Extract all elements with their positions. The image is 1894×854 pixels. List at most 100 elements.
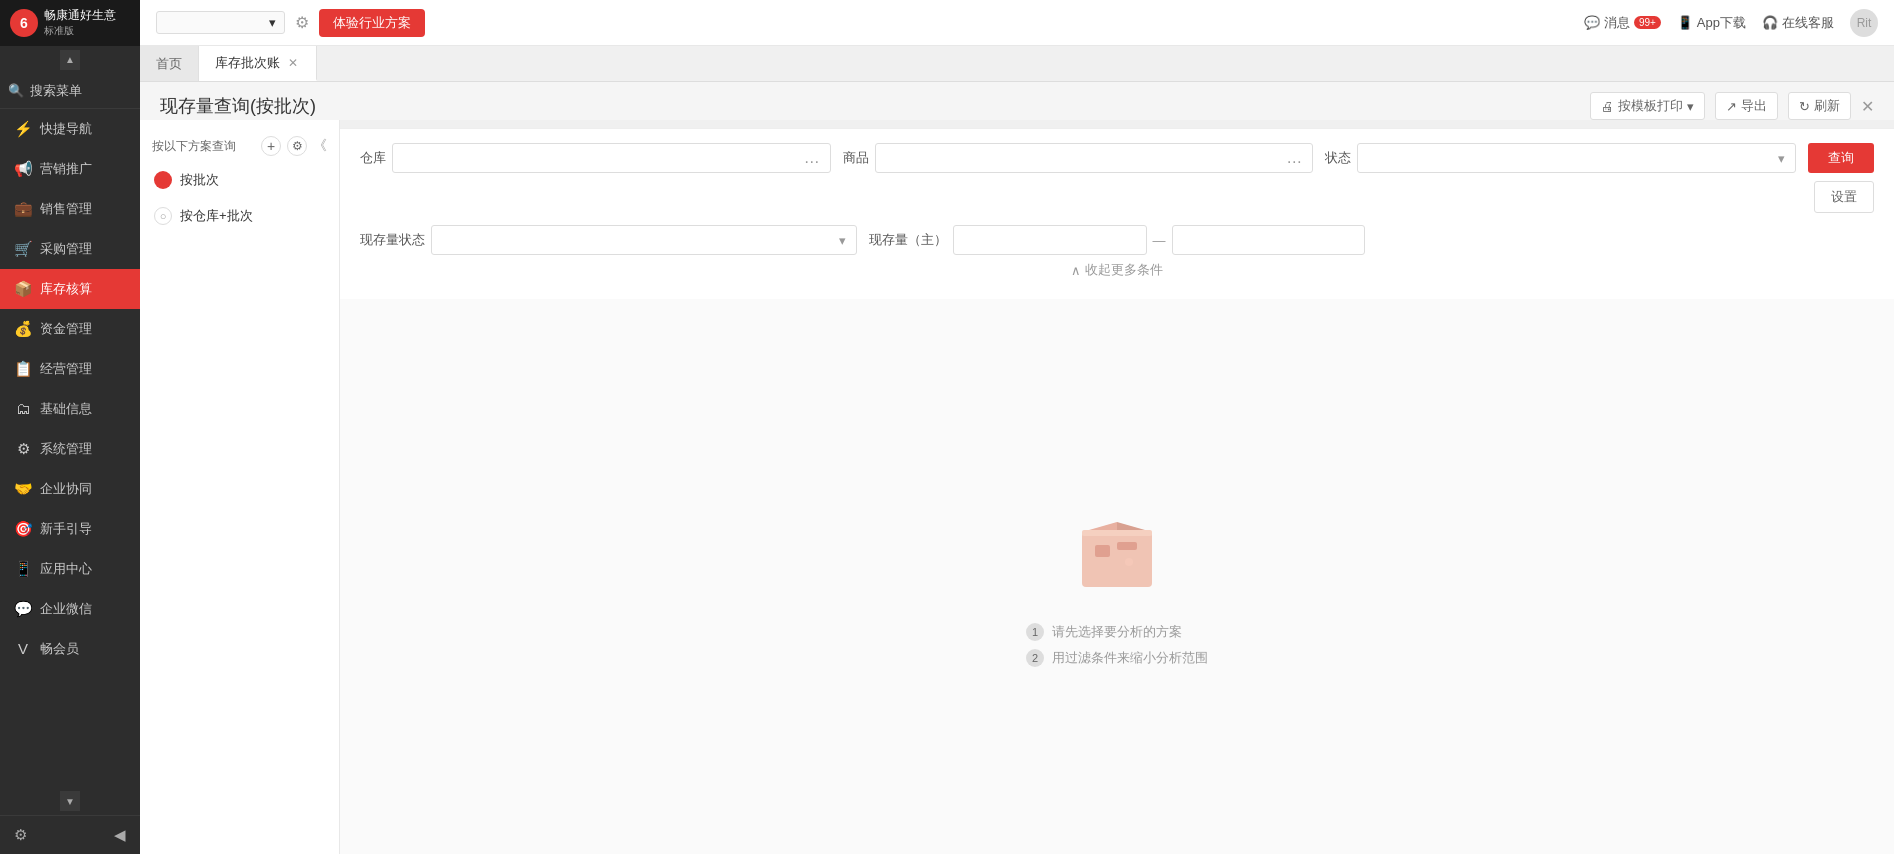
tip-number-2: 2 xyxy=(1026,649,1044,667)
quick-nav-icon: ⚡ xyxy=(14,120,32,138)
scheme-item-by-batch[interactable]: ⊙ 按批次 xyxy=(140,162,339,198)
inventory-qty-field: 现存量（主） — xyxy=(869,225,1366,255)
product-dots[interactable]: … xyxy=(1286,149,1302,167)
inventory-qty-dash: — xyxy=(1153,233,1166,248)
scheme-header-title: 按以下方案查询 xyxy=(152,138,236,155)
topbar-right: 💬 消息 99+ 📱 App下载 🎧 在线客服 Rit xyxy=(1584,9,1878,37)
svg-rect-0 xyxy=(1082,532,1152,587)
user-avatar-button[interactable]: Rit xyxy=(1850,9,1878,37)
inventory-qty-label: 现存量（主） xyxy=(869,231,947,249)
export-icon: ↗ xyxy=(1726,99,1737,114)
svg-point-4 xyxy=(1125,558,1133,566)
product-input[interactable]: … xyxy=(875,143,1314,173)
page-title: 现存量查询(按批次) xyxy=(160,94,316,118)
sidebar-item-enterprise[interactable]: 🤝 企业协同 xyxy=(0,469,140,509)
scheme-collapse-button[interactable]: 《 xyxy=(313,137,327,155)
sidebar-item-marketing[interactable]: 📢 营销推广 xyxy=(0,149,140,189)
online-service-button[interactable]: 🎧 在线客服 xyxy=(1762,14,1834,32)
scheme-add-button[interactable]: + xyxy=(261,136,281,156)
sidebar-nav: ⚡ 快捷导航 📢 营销推广 💼 销售管理 🛒 采购管理 📦 库存核算 💰 xyxy=(0,109,140,787)
inventory-status-label: 现存量状态 xyxy=(360,231,425,249)
industry-solution-button[interactable]: 体验行业方案 xyxy=(319,9,425,37)
sidebar-scroll-up[interactable]: ▲ xyxy=(0,46,140,74)
scheme-active-icon: ⊙ xyxy=(154,171,172,189)
empty-tip-1: 1 请先选择要分析的方案 xyxy=(1026,623,1208,641)
sidebar-item-label: 营销推广 xyxy=(40,160,92,178)
enterprise-icon: 🤝 xyxy=(14,480,32,498)
sidebar-item-vip[interactable]: V 畅会员 xyxy=(0,629,140,669)
topbar-gear-icon[interactable]: ⚙ xyxy=(295,13,309,32)
export-button[interactable]: ↗ 导出 xyxy=(1715,92,1778,120)
warehouse-dots[interactable]: … xyxy=(804,149,820,167)
sidebar-item-label: 资金管理 xyxy=(40,320,92,338)
tip-text-2: 用过滤条件来缩小分析范围 xyxy=(1052,649,1208,667)
sidebar-item-quick-nav[interactable]: ⚡ 快捷导航 xyxy=(0,109,140,149)
settings-icon[interactable]: ⚙ xyxy=(14,826,27,844)
status-dropdown[interactable]: ▾ xyxy=(1357,143,1796,173)
tab-close-icon[interactable]: ✕ xyxy=(286,54,300,72)
company-name: 畅康通好生意 xyxy=(44,8,116,24)
phone-icon: 📱 xyxy=(1677,15,1693,30)
sidebar-item-label: 企业协同 xyxy=(40,480,92,498)
system-icon: ⚙ xyxy=(14,440,32,458)
inventory-qty-from-input[interactable] xyxy=(953,225,1147,255)
empty-svg-illustration xyxy=(1057,487,1177,607)
page-header-actions: 🖨 按模板打印 ▾ ↗ 导出 ↻ 刷新 ✕ xyxy=(1590,92,1874,120)
inventory-qty-to-input[interactable] xyxy=(1172,225,1366,255)
vip-icon: V xyxy=(14,640,32,658)
page-close-button[interactable]: ✕ xyxy=(1861,97,1874,116)
query-button[interactable]: 查询 xyxy=(1808,143,1874,173)
status-label: 状态 xyxy=(1325,149,1351,167)
purchase-icon: 🛒 xyxy=(14,240,32,258)
messages-button[interactable]: 💬 消息 99+ xyxy=(1584,14,1661,32)
collapse-sidebar-icon[interactable]: ◀ xyxy=(114,826,126,844)
tab-home[interactable]: 首页 xyxy=(140,46,199,81)
inventory-status-dropdown[interactable]: ▾ xyxy=(431,225,857,255)
print-button[interactable]: 🖨 按模板打印 ▾ xyxy=(1590,92,1705,120)
online-service-label: 在线客服 xyxy=(1782,14,1834,32)
sidebar-item-app-center[interactable]: 📱 应用中心 xyxy=(0,549,140,589)
page-header: 现存量查询(按批次) 🖨 按模板打印 ▾ ↗ 导出 ↻ 刷新 xyxy=(140,82,1894,120)
print-label: 按模板打印 xyxy=(1618,97,1683,115)
avatar: Rit xyxy=(1850,9,1878,37)
sidebar-item-basics[interactable]: 🗂 基础信息 xyxy=(0,389,140,429)
messages-badge: 99+ xyxy=(1634,16,1661,29)
app-download-button[interactable]: 📱 App下载 xyxy=(1677,14,1746,32)
sidebar-item-enterprise-wechat[interactable]: 💬 企业微信 xyxy=(0,589,140,629)
right-area: 仓库 … 商品 … xyxy=(340,120,1894,854)
refresh-label: 刷新 xyxy=(1814,97,1840,115)
warehouse-input[interactable]: … xyxy=(392,143,831,173)
edition-label: 标准版 xyxy=(44,24,116,38)
scheme-item-by-warehouse-batch[interactable]: ○ 按仓库+批次 xyxy=(140,198,339,234)
empty-tips: 1 请先选择要分析的方案 2 用过滤条件来缩小分析范围 xyxy=(1026,623,1208,667)
main-area: 按以下方案查询 + ⚙ 《 ⊙ 按批次 ○ 按仓库+批次 xyxy=(140,120,1894,854)
scheme-settings-button[interactable]: ⚙ xyxy=(287,136,307,156)
topbar-search-input[interactable] xyxy=(165,16,265,30)
topbar-search-box[interactable]: ▾ xyxy=(156,11,285,34)
inventory-status-field: 现存量状态 ▾ xyxy=(360,225,857,255)
headset-icon: 🎧 xyxy=(1762,15,1778,30)
collapse-conditions-button[interactable]: ∧ 收起更多条件 xyxy=(360,255,1874,285)
app-center-icon: 📱 xyxy=(14,560,32,578)
empty-illustration xyxy=(1057,487,1177,607)
sidebar-item-finance[interactable]: 💰 资金管理 xyxy=(0,309,140,349)
sidebar-item-operations[interactable]: 📋 经营管理 xyxy=(0,349,140,389)
sidebar-item-newbie[interactable]: 🎯 新手引导 xyxy=(0,509,140,549)
operations-icon: 📋 xyxy=(14,360,32,378)
status-field: 状态 ▾ xyxy=(1325,143,1796,173)
filter-settings-button[interactable]: 设置 xyxy=(1814,181,1874,213)
sidebar-item-purchase[interactable]: 🛒 采购管理 xyxy=(0,229,140,269)
sidebar-item-system[interactable]: ⚙ 系统管理 xyxy=(0,429,140,469)
refresh-button[interactable]: ↻ 刷新 xyxy=(1788,92,1851,120)
tab-inventory-batch[interactable]: 库存批次账 ✕ xyxy=(199,46,317,81)
export-label: 导出 xyxy=(1741,97,1767,115)
sidebar-item-sales[interactable]: 💼 销售管理 xyxy=(0,189,140,229)
sidebar-search[interactable]: 🔍 搜索菜单 xyxy=(0,74,140,109)
topbar: ▾ ⚙ 体验行业方案 💬 消息 99+ 📱 App下载 🎧 在线客服 xyxy=(140,0,1894,46)
filter-row-1: 仓库 … 商品 … xyxy=(360,143,1874,213)
svg-rect-1 xyxy=(1082,530,1152,536)
sidebar-scroll-down[interactable]: ▼ xyxy=(0,787,140,815)
product-label: 商品 xyxy=(843,149,869,167)
sidebar-item-inventory[interactable]: 📦 库存核算 xyxy=(0,269,140,309)
scheme-by-warehouse-batch-label: 按仓库+批次 xyxy=(180,207,253,225)
